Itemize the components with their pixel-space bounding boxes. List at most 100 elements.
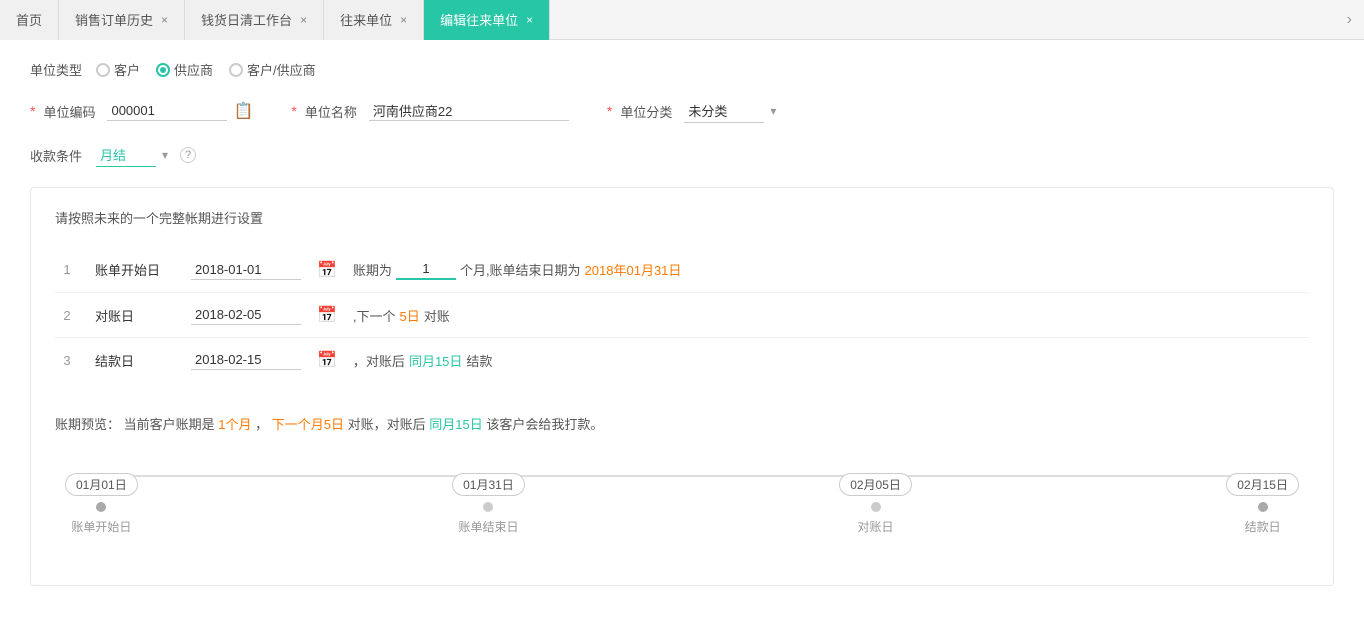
section-title: 请按照未来的一个完整帐期进行设置 — [55, 208, 1309, 227]
radio-supplier[interactable]: 供应商 — [156, 60, 213, 79]
payment-terms-label: 收款条件 — [30, 146, 82, 165]
timeline-label-0: 账单开始日 — [71, 518, 131, 535]
step-2-desc: ,下一个 5日 对账 — [353, 306, 450, 325]
main-content: 单位类型 客户 供应商 客户/供应商 * 单位编码 📋 * — [0, 40, 1364, 626]
preview-part3-teal: 同月15日 — [429, 417, 482, 432]
code-name-row: * 单位编码 📋 * 单位名称 * 单位分类 未分类 ▾ — [30, 99, 1334, 123]
timeline-point-1: 01月31日 账单结束日 — [452, 473, 525, 535]
step-3-num: 3 — [55, 353, 79, 368]
preview-part2-orange: 下一个月5日 — [272, 417, 344, 432]
step-1-calendar-icon[interactable]: 📅 — [317, 260, 337, 280]
unit-code-label: 单位编码 — [43, 102, 95, 121]
preview-text-suffix: 该客户会给我打款。 — [486, 417, 603, 432]
radio-both[interactable]: 客户/供应商 — [229, 60, 316, 79]
timeline-label-2: 对账日 — [858, 518, 894, 535]
unit-category-dropdown: 未分类 ▾ — [684, 99, 776, 123]
unit-type-row: 单位类型 客户 供应商 客户/供应商 — [30, 60, 1334, 79]
step-2-desc-prefix: ,下一个 — [353, 306, 396, 325]
radio-both-label: 客户/供应商 — [247, 60, 316, 79]
unit-category-star: * — [607, 103, 612, 119]
preview-text-mid2: 对账，对账后 — [348, 417, 426, 432]
settings-section: 请按照未来的一个完整帐期进行设置 1 账单开始日 📅 账期为 个月,账单结束日期… — [30, 187, 1334, 586]
period-input[interactable] — [396, 259, 456, 280]
step-1-desc-prefix: 账期为 — [353, 260, 392, 279]
tab-home-label: 首页 — [16, 10, 42, 29]
timeline-dot-3 — [1258, 502, 1268, 512]
step-1-label: 账单开始日 — [95, 260, 175, 279]
payment-terms-row: 收款条件 月结 ▾ ? — [30, 143, 1334, 167]
step-2-label: 对账日 — [95, 306, 175, 325]
tab-partner-units-close[interactable]: × — [400, 13, 407, 27]
payment-terms-chevron[interactable]: ▾ — [162, 148, 168, 162]
preview-section: 账期预览： 当前客户账期是 1个月 ， 下一个月5日 对账，对账后 同月15日 … — [55, 382, 1309, 565]
radio-customer[interactable]: 客户 — [96, 60, 140, 79]
tab-edit-partner-close[interactable]: × — [526, 13, 533, 27]
step-2-date-input[interactable] — [191, 305, 301, 325]
step-row-3: 3 结款日 📅 ，对账后 同月15日 结款 — [55, 338, 1309, 382]
tab-partner-units[interactable]: 往来单位 × — [324, 0, 424, 40]
unit-category-value: 未分类 — [684, 99, 764, 123]
preview-text-mid1: ， — [255, 417, 268, 432]
step-3-calendar-icon[interactable]: 📅 — [317, 350, 337, 370]
steps-table: 1 账单开始日 📅 账期为 个月,账单结束日期为 2018年01月31日 2 对… — [55, 247, 1309, 382]
timeline-dot-0 — [96, 502, 106, 512]
step-2-desc-suffix: 对账 — [424, 306, 450, 325]
unit-name-input[interactable] — [369, 101, 569, 121]
unit-name-group: * 单位名称 — [291, 101, 568, 121]
step-1-date-input[interactable] — [191, 260, 301, 280]
radio-supplier-circle — [156, 63, 170, 77]
radio-supplier-label: 供应商 — [174, 60, 213, 79]
tab-sales-history-label: 销售订单历史 — [75, 10, 153, 29]
step-3-highlight-teal: 同月15日 — [409, 351, 462, 370]
tab-edit-partner[interactable]: 编辑往来单位 × — [424, 0, 550, 40]
tab-home[interactable]: 首页 — [0, 0, 59, 40]
unit-category-group: * 单位分类 未分类 ▾ — [607, 99, 777, 123]
tab-edit-partner-label: 编辑往来单位 — [440, 10, 518, 29]
timeline: 01月01日 账单开始日 01月31日 账单结束日 02月05日 对账日 — [55, 453, 1309, 565]
timeline-dot-2 — [871, 502, 881, 512]
tab-cash-work[interactable]: 钱货日清工作台 × — [185, 0, 324, 40]
payment-terms-value[interactable]: 月结 — [96, 143, 156, 167]
timeline-point-3: 02月15日 结款日 — [1226, 473, 1299, 535]
unit-code-star: * — [30, 103, 35, 119]
tab-partner-units-label: 往来单位 — [340, 10, 392, 29]
step-1-desc: 账期为 个月,账单结束日期为 2018年01月31日 — [353, 259, 681, 280]
timeline-point-0: 01月01日 账单开始日 — [65, 473, 138, 535]
tab-sales-history-close[interactable]: × — [161, 13, 168, 27]
step-1-desc-suffix: 个月,账单结束日期为 — [460, 260, 581, 279]
step-row-2: 2 对账日 📅 ,下一个 5日 对账 — [55, 293, 1309, 338]
radio-customer-label: 客户 — [114, 60, 140, 79]
tab-bar: 首页 销售订单历史 × 钱货日清工作台 × 往来单位 × 编辑往来单位 × › — [0, 0, 1364, 40]
unit-type-label: 单位类型 — [30, 60, 82, 79]
timeline-label-3: 结款日 — [1245, 518, 1281, 535]
tab-cash-work-close[interactable]: × — [300, 13, 307, 27]
preview-label: 账期预览： — [55, 417, 120, 432]
unit-type-radio-group: 客户 供应商 客户/供应商 — [96, 60, 316, 79]
payment-terms-help[interactable]: ? — [180, 147, 196, 163]
copy-icon[interactable]: 📋 — [233, 101, 253, 121]
radio-customer-circle — [96, 63, 110, 77]
timeline-badge-3: 02月15日 — [1226, 473, 1299, 496]
step-3-desc-prefix: ，对账后 — [353, 351, 405, 370]
unit-category-chevron[interactable]: ▾ — [770, 104, 776, 118]
timeline-point-2: 02月05日 对账日 — [839, 473, 912, 535]
preview-text: 账期预览： 当前客户账期是 1个月 ， 下一个月5日 对账，对账后 同月15日 … — [55, 414, 1309, 433]
tab-sales-history[interactable]: 销售订单历史 × — [59, 0, 185, 40]
step-3-label: 结款日 — [95, 351, 175, 370]
radio-both-circle — [229, 63, 243, 77]
step-row-1: 1 账单开始日 📅 账期为 个月,账单结束日期为 2018年01月31日 — [55, 247, 1309, 293]
payment-terms-dropdown: 月结 ▾ — [96, 143, 168, 167]
unit-category-label: 单位分类 — [620, 102, 672, 121]
preview-part1-orange: 1个月 — [218, 417, 251, 432]
tab-more-button[interactable]: › — [1335, 0, 1364, 40]
unit-code-input[interactable] — [107, 101, 227, 121]
step-1-num: 1 — [55, 262, 79, 277]
step-2-highlight-orange: 5日 — [400, 306, 420, 325]
step-2-calendar-icon[interactable]: 📅 — [317, 305, 337, 325]
timeline-dot-1 — [483, 502, 493, 512]
timeline-badge-1: 01月31日 — [452, 473, 525, 496]
step-3-date-input[interactable] — [191, 350, 301, 370]
timeline-badge-0: 01月01日 — [65, 473, 138, 496]
unit-name-label: 单位名称 — [305, 102, 357, 121]
preview-text-prefix: 当前客户账期是 — [124, 417, 215, 432]
